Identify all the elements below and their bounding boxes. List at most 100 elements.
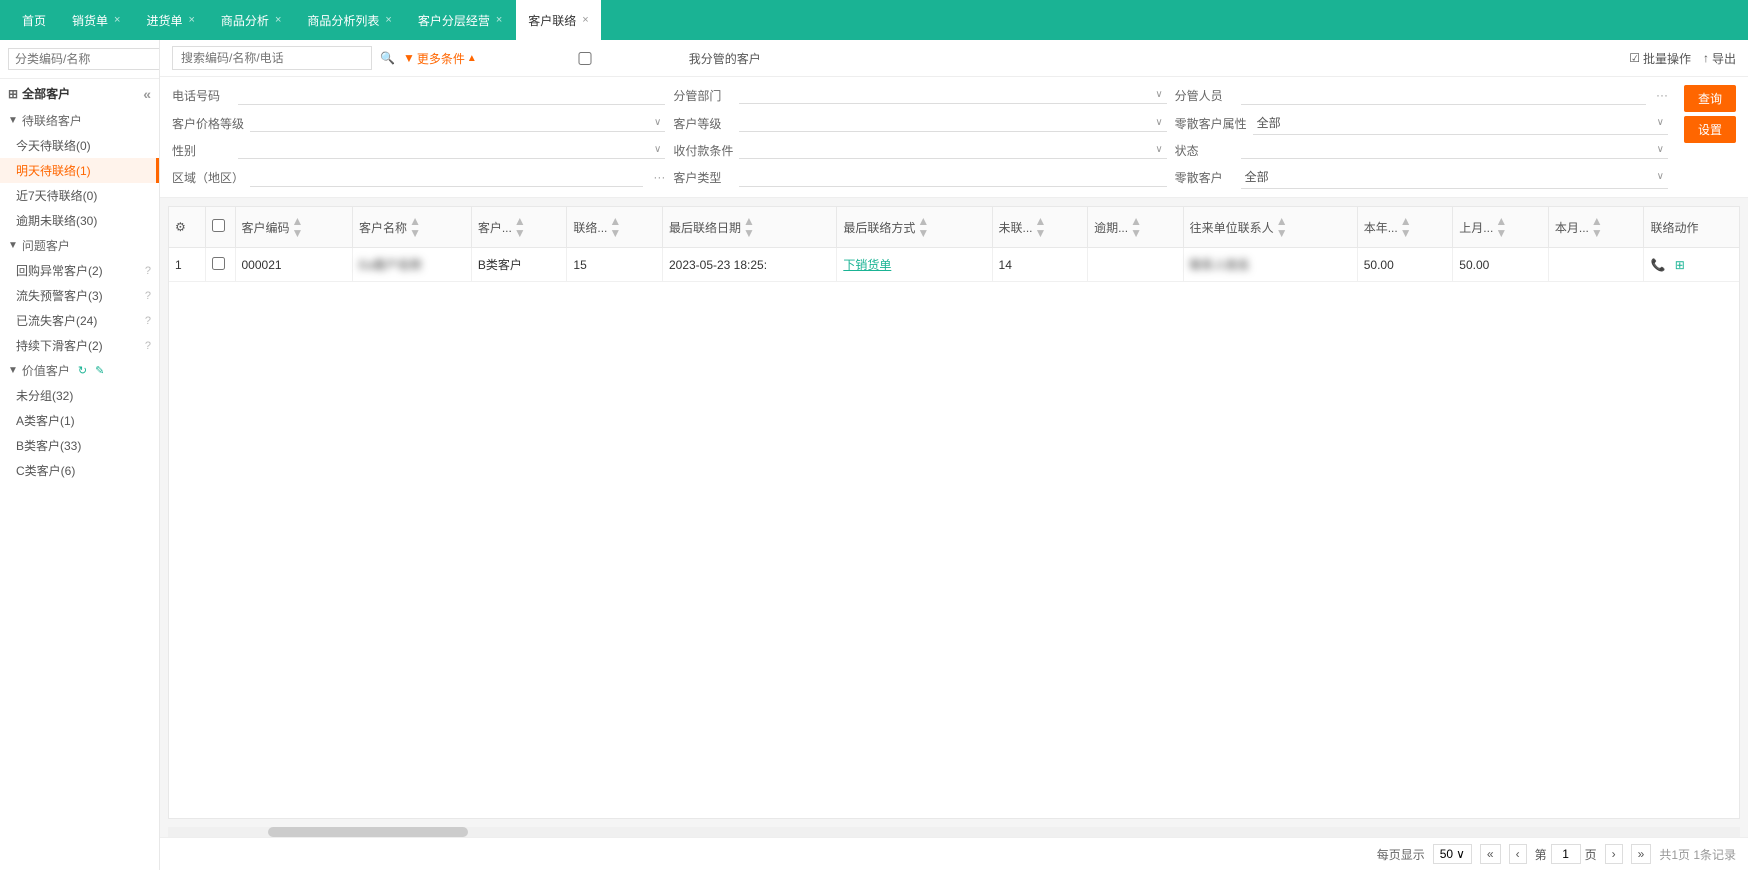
td-checkbox[interactable]: [205, 248, 235, 282]
sidebar-item-ungrouped[interactable]: 未分组(32): [0, 383, 159, 408]
settings-button[interactable]: 设置: [1684, 116, 1736, 143]
customer-grade-select[interactable]: ∨: [739, 114, 1166, 132]
sidebar-item-class-a[interactable]: A类客户(1): [0, 408, 159, 433]
sidebar-item-7days[interactable]: 近7天待联络(0): [0, 183, 159, 208]
scrollbar-thumb[interactable]: [268, 827, 468, 837]
gender-select[interactable]: ∨: [238, 141, 665, 159]
th-action: 联络动作: [1644, 207, 1739, 248]
td-unlocked: 14: [992, 248, 1088, 282]
next-page-btn[interactable]: ›: [1605, 844, 1623, 864]
last-method-link[interactable]: 下销货单: [843, 258, 891, 272]
sidebar-item-declining[interactable]: 持续下滑客户(2) ?: [0, 333, 159, 358]
collapse-btn[interactable]: «: [143, 86, 151, 102]
nav-product-analysis[interactable]: 商品分析 ×: [209, 0, 293, 40]
edit-icon[interactable]: ✎: [95, 364, 104, 377]
filter-row-2: 客户价格等级 ∨ 客户等级 ∨: [172, 111, 1668, 135]
region-ellipsis[interactable]: ···: [653, 170, 665, 184]
sidebar-item-churned[interactable]: 已流失客户(24) ?: [0, 308, 159, 333]
person-ellipsis[interactable]: ···: [1656, 88, 1668, 102]
sidebar-item-today[interactable]: 今天待联络(0): [0, 133, 159, 158]
customer-type-input[interactable]: [739, 167, 1166, 187]
right-actions: ☑ 批量操作 ↑ 导出: [1629, 50, 1736, 67]
refresh-icon[interactable]: ↻: [78, 364, 87, 377]
prev-page-btn[interactable]: ‹: [1509, 844, 1527, 864]
batch-action-btn[interactable]: ☑ 批量操作: [1629, 50, 1691, 67]
per-page-select[interactable]: 50 ∨: [1433, 844, 1472, 864]
sidebar-item-repurchase-abnormal[interactable]: 回购异常客户(2) ?: [0, 258, 159, 283]
payment-select[interactable]: ∨: [739, 141, 1166, 159]
horizontal-scrollbar[interactable]: [168, 827, 1740, 837]
filter-cell-status: 状态 ∨: [1175, 141, 1668, 159]
person-input[interactable]: [1241, 85, 1646, 105]
price-grade-select[interactable]: ∨: [250, 114, 665, 132]
sidebar-search-input[interactable]: [8, 48, 160, 70]
sidebar-item-tomorrow[interactable]: 明天待联络(1): [0, 158, 159, 183]
sidebar-item-churn-warning[interactable]: 流失预警客户(3) ?: [0, 283, 159, 308]
retail-attr-select[interactable]: 全部 ∨: [1253, 111, 1668, 135]
action-phone-icon[interactable]: 📞: [1650, 258, 1665, 272]
my-customers-checkbox[interactable]: [485, 52, 685, 65]
th-code: 客户编码 ▲▼: [235, 207, 353, 248]
sidebar-item-class-b[interactable]: B类客户(33): [0, 433, 159, 458]
settings-col-icon[interactable]: ⚙: [175, 220, 186, 234]
sort-arrows-overdue: ▲▼: [1130, 215, 1142, 239]
filter-cell-phone: 电话号码: [172, 85, 665, 105]
status-chevron: ∨: [1657, 144, 1664, 155]
close-customer-tier[interactable]: ×: [496, 14, 502, 26]
status-label: 状态: [1175, 142, 1235, 159]
close-customer-contact[interactable]: ×: [582, 14, 588, 26]
close-sales-order[interactable]: ×: [114, 14, 120, 26]
first-page-btn[interactable]: «: [1480, 844, 1501, 864]
my-customers-check[interactable]: 我分管的客户: [485, 50, 761, 67]
retail-select[interactable]: 全部 ∨: [1241, 165, 1668, 189]
export-btn[interactable]: ↑ 导出: [1703, 50, 1736, 67]
more-conditions-btn[interactable]: ▼ 更多条件 ▲: [403, 50, 477, 67]
td-last-method[interactable]: 下销货单: [837, 248, 992, 282]
group-pending-contact[interactable]: ▼ 待联络客户: [0, 108, 159, 133]
nav-sales-order[interactable]: 销货单 ×: [60, 0, 132, 40]
customer-table: ⚙ 客户编码 ▲▼ 客户名称: [169, 207, 1739, 282]
page-number-input[interactable]: [1551, 844, 1581, 864]
customer-type-label: 客户类型: [673, 169, 733, 186]
status-select[interactable]: ∨: [1241, 141, 1668, 159]
retail-chevron: ∨: [1657, 171, 1664, 182]
filter-cell-customer-type: 客户类型: [673, 167, 1166, 187]
th-overdue: 逾期... ▲▼: [1088, 207, 1184, 248]
person-label: 分管人员: [1175, 87, 1235, 104]
region-input[interactable]: [250, 167, 643, 187]
phone-input[interactable]: [238, 85, 665, 105]
th-contact-person: 往来单位联系人 ▲▼: [1183, 207, 1357, 248]
page-info: 第 页: [1535, 844, 1597, 864]
td-name: Ea客户名称: [353, 248, 472, 282]
filter-search-icon[interactable]: 🔍: [380, 51, 395, 65]
filter-cell-customer-grade: 客户等级 ∨: [673, 114, 1166, 132]
row-checkbox[interactable]: [212, 257, 225, 270]
price-grade-chevron: ∨: [654, 117, 661, 128]
th-settings[interactable]: ⚙: [169, 207, 205, 248]
close-product-analysis[interactable]: ×: [275, 14, 281, 26]
nav-customer-tier[interactable]: 客户分层经营 ×: [406, 0, 514, 40]
action-more-icon[interactable]: ⊞: [1675, 258, 1685, 272]
search-input[interactable]: [172, 46, 372, 70]
close-purchase-order[interactable]: ×: [188, 14, 194, 26]
nav-product-analysis-list[interactable]: 商品分析列表 ×: [295, 0, 403, 40]
sidebar-item-overdue[interactable]: 逾期未联络(30): [0, 208, 159, 233]
query-button[interactable]: 查询: [1684, 85, 1736, 112]
td-actions: 📞 ⊞: [1644, 248, 1739, 282]
filter-cell-retail-attr: 零散客户属性 全部 ∨: [1175, 111, 1668, 135]
nav-customer-contact[interactable]: 客户联络 ×: [516, 0, 600, 40]
close-product-analysis-list[interactable]: ×: [385, 14, 391, 26]
select-all-checkbox[interactable]: [212, 219, 225, 232]
last-page-btn[interactable]: »: [1631, 844, 1652, 864]
nav-purchase-order[interactable]: 进货单 ×: [134, 0, 206, 40]
group-problem-customers[interactable]: ▼ 问题客户: [0, 233, 159, 258]
sidebar: 🔍 ⊞ 全部客户 « ▼ 待联络客户 今天待联络(0) 明天待联络(1) 近7天…: [0, 40, 160, 870]
group-value-customers[interactable]: ▼ 价值客户 ↻ ✎: [0, 358, 159, 383]
td-last-month: 50.00: [1453, 248, 1549, 282]
customer-grade-chevron: ∨: [1155, 117, 1162, 128]
filter-row-4: 区域（地区） ··· 客户类型 零散客户 全部 ∨: [172, 165, 1668, 189]
sidebar-item-class-c[interactable]: C类客户(6): [0, 458, 159, 483]
nav-home[interactable]: 首页: [10, 0, 58, 40]
th-checkbox[interactable]: [205, 207, 235, 248]
dept-select[interactable]: ∨: [739, 86, 1166, 104]
